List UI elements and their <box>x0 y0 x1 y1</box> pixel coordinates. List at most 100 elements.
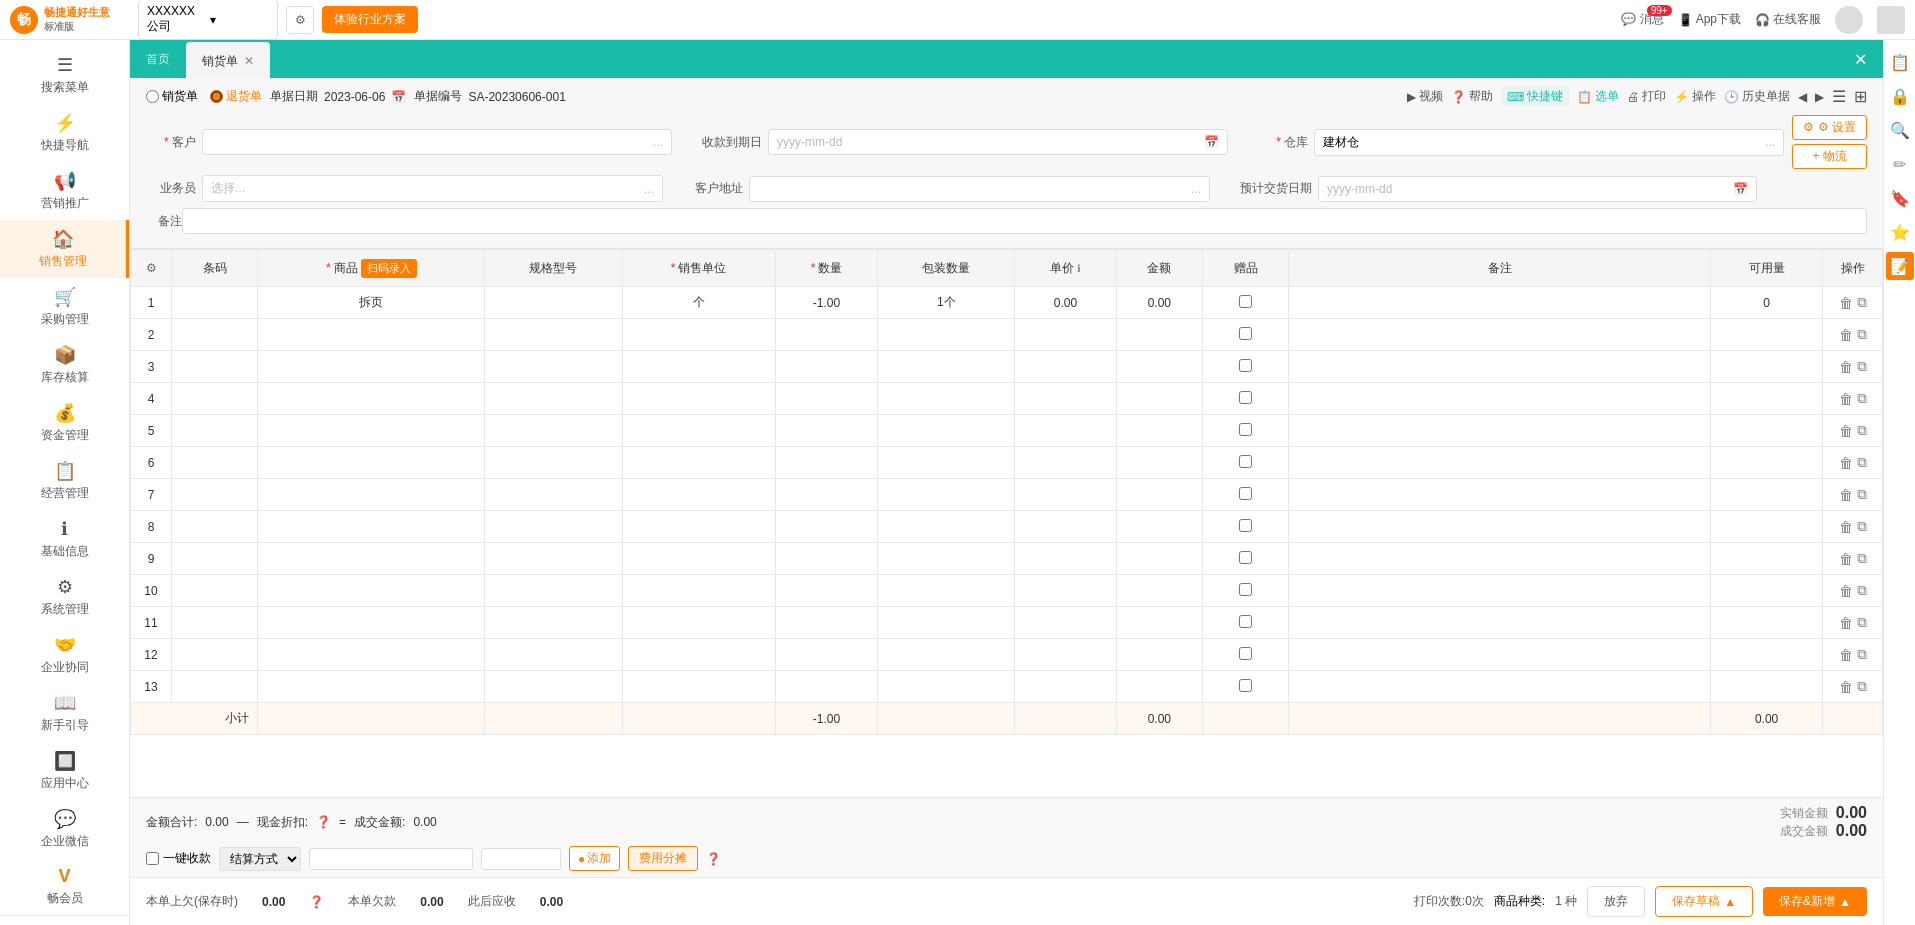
gift-checkbox[interactable] <box>1239 647 1252 660</box>
return-radio[interactable] <box>210 90 223 103</box>
copy-icon[interactable]: ⧉ <box>1857 486 1867 503</box>
rp-active-icon[interactable]: 📝 <box>1886 252 1914 280</box>
cell-product[interactable]: 拆页 <box>258 287 485 319</box>
sales-radio[interactable] <box>146 90 159 103</box>
copy-icon[interactable]: ⧉ <box>1857 422 1867 439</box>
save-draft-button[interactable]: 保存草稿 ▲ <box>1655 886 1753 917</box>
calendar-icon[interactable]: 📅 <box>391 90 406 104</box>
gift-checkbox[interactable] <box>1239 359 1252 372</box>
gift-checkbox[interactable] <box>1239 487 1252 500</box>
user-menu[interactable] <box>1877 6 1905 34</box>
sidebar-item-marketing[interactable]: 📢 营销推广 <box>0 162 129 220</box>
salesperson-input[interactable]: 选择... ... <box>202 175 663 202</box>
sidebar-item-ops-mgmt[interactable]: 📋 经营管理 <box>0 452 129 510</box>
sidebar-item-purchase-mgmt[interactable]: 🛒 采购管理 <box>0 278 129 336</box>
select-link[interactable]: 📋 选单 <box>1577 88 1619 105</box>
avatar[interactable] <box>1835 6 1863 34</box>
sidebar-item-collab[interactable]: 🤝 企业协同 <box>0 626 129 684</box>
customer-input[interactable]: ... <box>202 129 672 155</box>
save-new-button[interactable]: 保存&新增 ▲ <box>1763 887 1867 916</box>
gift-checkbox[interactable] <box>1239 295 1252 308</box>
copy-icon[interactable]: ⧉ <box>1857 550 1867 567</box>
copy-icon[interactable]: ⧉ <box>1857 454 1867 471</box>
view-grid-icon[interactable]: ⊞ <box>1854 87 1867 106</box>
total-owed-help[interactable]: ❓ <box>309 895 324 909</box>
sidebar-item-basic-info[interactable]: ℹ 基础信息 <box>0 510 129 568</box>
sidebar-item-guide[interactable]: 📖 新手引导 <box>0 684 129 742</box>
sidebar-item-wechat[interactable]: 💬 企业微信 <box>0 800 129 858</box>
video-link[interactable]: ▶ 视频 <box>1407 88 1443 105</box>
sidebar-item-finance[interactable]: 💰 资金管理 <box>0 394 129 452</box>
cell-unit[interactable]: 个 <box>622 287 775 319</box>
cell-amount[interactable]: 0.00 <box>1116 287 1202 319</box>
gift-checkbox[interactable] <box>1239 455 1252 468</box>
delete-icon[interactable]: 🗑 <box>1839 679 1853 695</box>
expected-date-input[interactable]: yyyy-mm-dd 📅 <box>1318 176 1757 202</box>
rp-clipboard-icon[interactable]: 📋 <box>1886 48 1914 76</box>
expense-help-icon[interactable]: ❓ <box>706 852 721 866</box>
customer-addr-input[interactable]: ... <box>749 176 1210 202</box>
copy-icon[interactable]: ⧉ <box>1857 294 1867 311</box>
pay-amount-input[interactable] <box>481 848 561 870</box>
sidebar-item-search-order[interactable]: ☰ 搜索菜单 <box>0 46 129 104</box>
operations-link[interactable]: ⚡ 操作 <box>1674 88 1716 105</box>
sidebar-item-inventory[interactable]: 📦 库存核算 <box>0 336 129 394</box>
cell-spec[interactable] <box>485 287 622 319</box>
company-select[interactable]: XXXXXX公司 ▾ <box>138 0 278 40</box>
rp-bookmark-icon[interactable]: 🔖 <box>1886 184 1914 212</box>
add-pay-button[interactable]: ● 添加 <box>569 846 620 871</box>
sidebar-item-sales-mgmt[interactable]: 🏠 销售管理 <box>0 220 129 278</box>
expense-split-button[interactable]: 费用分摊 <box>628 846 698 871</box>
rp-lock-icon[interactable]: 🔒 <box>1886 82 1914 110</box>
print-link[interactable]: 🖨 打印 <box>1627 88 1666 105</box>
copy-icon[interactable]: ⧉ <box>1857 390 1867 407</box>
scan-button[interactable]: 扫码录入 <box>361 259 417 278</box>
gift-checkbox[interactable] <box>1239 679 1252 692</box>
settings-side-button[interactable]: ⚙ ⚙ 设置 <box>1792 115 1867 140</box>
gift-checkbox[interactable] <box>1239 327 1252 340</box>
due-date-input[interactable]: yyyy-mm-dd 📅 <box>768 129 1228 155</box>
goods-type-value[interactable]: 1 种 <box>1555 893 1577 910</box>
delete-icon[interactable]: 🗑 <box>1839 487 1853 503</box>
cell-unit-price[interactable]: 0.00 <box>1015 287 1116 319</box>
nav-next[interactable]: ▶ <box>1815 90 1824 104</box>
app-download-button[interactable]: 📱 App下载 <box>1678 11 1741 28</box>
sidebar-item-vip[interactable]: V 畅会员 <box>0 858 129 915</box>
abandon-button[interactable]: 放弃 <box>1587 886 1645 917</box>
view-list-icon[interactable]: ☰ <box>1832 87 1846 106</box>
discount-help-icon[interactable]: ❓ <box>316 815 331 829</box>
warehouse-input[interactable]: 建材仓 ... <box>1314 129 1784 156</box>
gift-checkbox[interactable] <box>1239 519 1252 532</box>
sidebar-item-quick-nav[interactable]: ⚡ 快捷导航 <box>0 104 129 162</box>
pay-method-select[interactable]: 结算方式 <box>219 847 301 871</box>
cell-note[interactable] <box>1289 287 1711 319</box>
tab-sales-order[interactable]: 销货单 ✕ <box>186 42 270 80</box>
help-link[interactable]: ❓ 帮助 <box>1451 88 1493 105</box>
copy-icon[interactable]: ⧉ <box>1857 518 1867 535</box>
trial-button[interactable]: 体验行业方案 <box>322 6 418 33</box>
due-date-calendar-icon[interactable]: 📅 <box>1204 135 1219 149</box>
th-settings[interactable]: ⚙ <box>131 250 172 287</box>
one-click-checkbox-input[interactable] <box>146 852 159 865</box>
sidebar-item-app-center[interactable]: 🔲 应用中心 <box>0 742 129 800</box>
cell-pack-qty[interactable]: 1个 <box>878 287 1015 319</box>
copy-icon[interactable]: ⧉ <box>1857 582 1867 599</box>
delete-icon[interactable]: 🗑 <box>1839 615 1853 631</box>
delete-icon[interactable]: 🗑 <box>1839 583 1853 599</box>
delete-icon[interactable]: 🗑 <box>1839 647 1853 663</box>
cell-qty[interactable]: -1.00 <box>775 287 878 319</box>
note-input[interactable] <box>182 208 1867 234</box>
gift-checkbox[interactable] <box>1239 583 1252 596</box>
delete-icon[interactable]: 🗑 <box>1839 359 1853 375</box>
nav-prev[interactable]: ◀ <box>1798 90 1807 104</box>
one-click-pay-checkbox[interactable]: 一键收款 <box>146 850 211 867</box>
delete-icon[interactable]: 🗑 <box>1839 295 1853 311</box>
gift-checkbox[interactable] <box>1239 423 1252 436</box>
tab-close-icon[interactable]: ✕ <box>244 54 254 68</box>
pay-account-input[interactable] <box>309 848 473 870</box>
rp-star-icon[interactable]: ⭐ <box>1886 218 1914 246</box>
logistics-side-button[interactable]: + 物流 <box>1792 144 1867 169</box>
tab-home[interactable]: 首页 <box>130 40 186 78</box>
online-service-button[interactable]: 🎧 在线客服 <box>1755 11 1821 28</box>
cell-barcode[interactable] <box>172 287 258 319</box>
